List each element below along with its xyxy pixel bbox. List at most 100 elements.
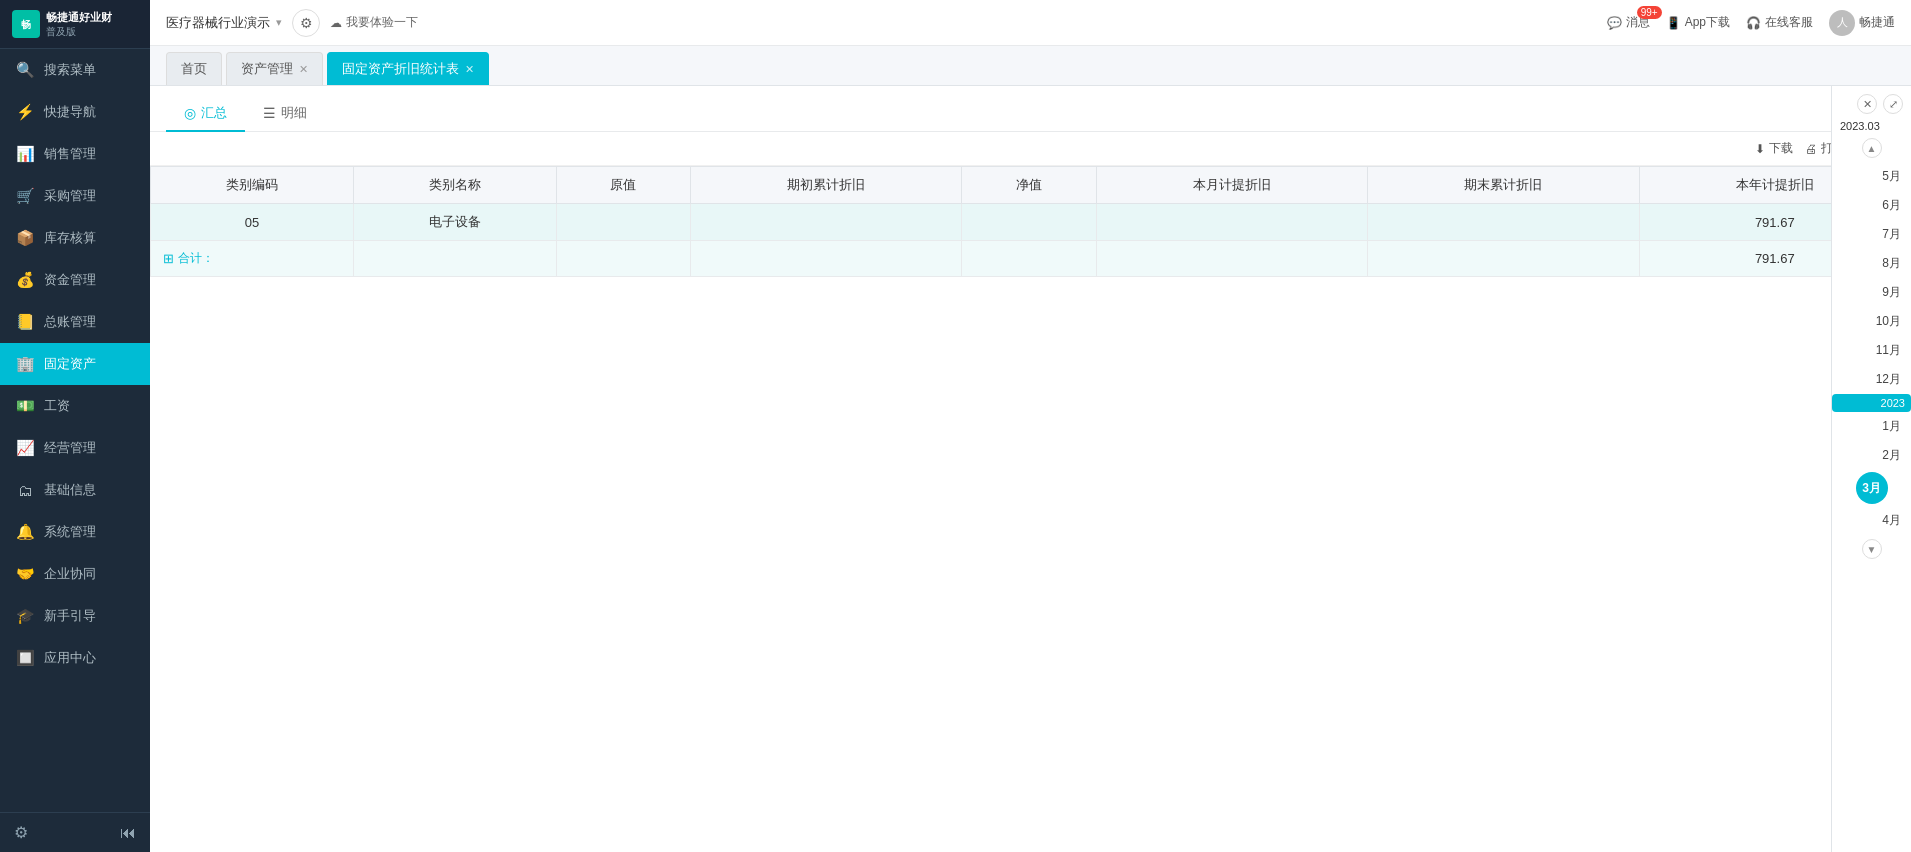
date-month[interactable]: 11月	[1832, 336, 1911, 365]
table-cell	[1368, 204, 1639, 241]
menu-icon: 📈	[16, 439, 34, 457]
experience-label: 我要体验一下	[346, 14, 418, 31]
sidebar-item-payroll[interactable]: 💵工资	[0, 385, 150, 427]
message-button[interactable]: 💬 消息 99+	[1607, 14, 1650, 31]
menu-label: 资金管理	[44, 271, 96, 289]
tabs-bar: 首页资产管理✕固定资产折旧统计表✕	[150, 46, 1911, 86]
sidebar-item-inventory[interactable]: 📦 库存核算	[0, 217, 150, 259]
close-panel-button[interactable]: ✕	[1857, 94, 1877, 114]
table-cell: 电子设备	[353, 204, 556, 241]
date-month[interactable]: 7月	[1832, 220, 1911, 249]
date-month[interactable]: 4月	[1832, 506, 1911, 535]
topbar: 医疗器械行业演示 ▾ ⚙ ☁ 我要体验一下 💬 消息 99+ 📱 App下载 🎧…	[150, 0, 1911, 46]
main-area: 医疗器械行业演示 ▾ ⚙ ☁ 我要体验一下 💬 消息 99+ 📱 App下载 🎧…	[150, 0, 1911, 852]
date-month[interactable]: 3月	[1856, 472, 1888, 504]
sub-tab-detail[interactable]: ☰明细	[245, 96, 325, 132]
download-button[interactable]: ⬇ 下载	[1755, 140, 1793, 157]
table-cell	[556, 204, 690, 241]
col-header: 类别名称	[353, 167, 556, 204]
depreciation-table: 类别编码类别名称原值期初累计折旧净值本月计提折旧期末累计折旧本年计提折旧 05电…	[150, 166, 1911, 277]
logo-icon: 畅	[12, 10, 40, 38]
print-icon: 🖨	[1805, 142, 1817, 156]
down-arrow-icon[interactable]: ▼	[1862, 539, 1882, 559]
tab-close-icon[interactable]: ✕	[299, 63, 308, 76]
date-month[interactable]: 8月	[1832, 249, 1911, 278]
logo-text: 畅捷通好业财	[46, 10, 112, 25]
sidebar-item-ops[interactable]: 📈经营管理	[0, 427, 150, 469]
total-label: ⊞合计：	[163, 250, 341, 267]
sidebar-item-purchase[interactable]: 🛒 采购管理	[0, 175, 150, 217]
service-label: 在线客服	[1765, 14, 1813, 31]
sidebar-item-system[interactable]: 🔔系统管理	[0, 511, 150, 553]
service-button[interactable]: 🎧 在线客服	[1746, 14, 1813, 31]
sidebar-item-search[interactable]: 🔍搜索菜单	[0, 49, 150, 91]
sidebar-item-sales[interactable]: 📊销售管理	[0, 133, 150, 175]
date-panel: ✕ ⤢ 2023.03 ▲ 5月6月7月8月9月10月11月12月 2023 1…	[1831, 86, 1911, 852]
menu-icon: 📦	[16, 229, 34, 247]
sidebar-item-quicknav[interactable]: ⚡快捷导航	[0, 91, 150, 133]
table-row: 05电子设备791.67	[151, 204, 1911, 241]
topbar-settings-button[interactable]: ⚙	[292, 9, 320, 37]
sidebar-nav: 🔍搜索菜单⚡快捷导航📊销售管理 🛒 采购管理 📦 库存核算 💰资金管理📒总账管理🏢固定资产…	[0, 49, 150, 812]
company-selector[interactable]: 医疗器械行业演示 ▾	[166, 14, 282, 32]
sidebar-item-guide[interactable]: 🎓新手引导	[0, 595, 150, 637]
sidebar-item-fixed[interactable]: 🏢固定资产	[0, 343, 150, 385]
menu-icon: 🎓	[16, 607, 34, 625]
menu-label: 库存核算	[44, 229, 96, 247]
menu-label: 总账管理	[44, 313, 96, 331]
sidebar-item-apps[interactable]: 🔲应用中心	[0, 637, 150, 679]
sub-tab-label: 汇总	[201, 104, 227, 122]
sub-tab-summary[interactable]: ◎汇总	[166, 96, 245, 132]
date-month[interactable]: 10月	[1832, 307, 1911, 336]
settings-icon[interactable]: ⚙	[14, 823, 28, 842]
date-month[interactable]: 12月	[1832, 365, 1911, 394]
menu-label: 采购管理	[44, 187, 96, 205]
sidebar-item-ledger[interactable]: 📒总账管理	[0, 301, 150, 343]
sidebar-item-basic[interactable]: 🗂基础信息	[0, 469, 150, 511]
collapse-icon[interactable]: ⏮	[120, 824, 136, 842]
content-area: ◎汇总☰明细 ⬇ 下载 🖨 打印 ↻ 刷新 类别编码类别名称原值期初累计折旧净值…	[150, 86, 1911, 852]
menu-label: 销售管理	[44, 145, 96, 163]
menu-icon: 💵	[16, 397, 34, 415]
tab-home[interactable]: 首页	[166, 52, 222, 85]
tab-asset-mgmt[interactable]: 资产管理 ✕	[226, 52, 323, 85]
menu-label: 企业协同	[44, 565, 96, 583]
date-month[interactable]: 5月	[1832, 162, 1911, 191]
scroll-up-button[interactable]: ▲	[1832, 134, 1911, 162]
date-month[interactable]: 1月	[1832, 412, 1911, 441]
tab-depreciation[interactable]: 固定资产折旧统计表✕	[327, 52, 489, 85]
topbar-left: 医疗器械行业演示 ▾ ⚙ ☁ 我要体验一下	[166, 9, 418, 37]
year-badge[interactable]: 2023	[1832, 394, 1911, 412]
col-header: 期初累计折旧	[691, 167, 962, 204]
total-cell	[962, 241, 1096, 277]
scroll-down-button[interactable]: ▼	[1832, 535, 1911, 563]
sidebar-item-collab[interactable]: 🤝 企业协同	[0, 553, 150, 595]
date-items: ▲ 5月6月7月8月9月10月11月12月 2023 1月2月3月4月 ▼	[1832, 134, 1911, 852]
chevron-down-icon: ▾	[276, 16, 282, 29]
download-button[interactable]: 📱 App下载	[1666, 14, 1730, 31]
up-arrow-icon[interactable]: ▲	[1862, 138, 1882, 158]
sidebar-item-finance[interactable]: 💰资金管理	[0, 259, 150, 301]
menu-icon: 🏢	[16, 355, 34, 373]
menu-label: 快捷导航	[44, 103, 96, 121]
total-icon: ⊞	[163, 251, 174, 266]
total-cell	[1096, 241, 1367, 277]
expand-panel-button[interactable]: ⤢	[1883, 94, 1903, 114]
user-name: 畅捷通	[1859, 14, 1895, 31]
tab-label: 资产管理	[241, 60, 293, 78]
date-month[interactable]: 2月	[1832, 441, 1911, 470]
table-cell: 05	[151, 204, 354, 241]
sub-tab-label: 明细	[281, 104, 307, 122]
total-cell	[1368, 241, 1639, 277]
menu-icon: 🛒	[16, 187, 34, 205]
user-area[interactable]: 人 畅捷通	[1829, 10, 1895, 36]
menu-icon: 🤝	[16, 565, 34, 583]
total-cell	[353, 241, 556, 277]
date-month[interactable]: 9月	[1832, 278, 1911, 307]
col-header: 期末累计折旧	[1368, 167, 1639, 204]
experience-button[interactable]: ☁ 我要体验一下	[330, 14, 418, 31]
date-month[interactable]: 6月	[1832, 191, 1911, 220]
total-cell	[691, 241, 962, 277]
tab-close-icon[interactable]: ✕	[465, 63, 474, 76]
menu-label: 系统管理	[44, 523, 96, 541]
